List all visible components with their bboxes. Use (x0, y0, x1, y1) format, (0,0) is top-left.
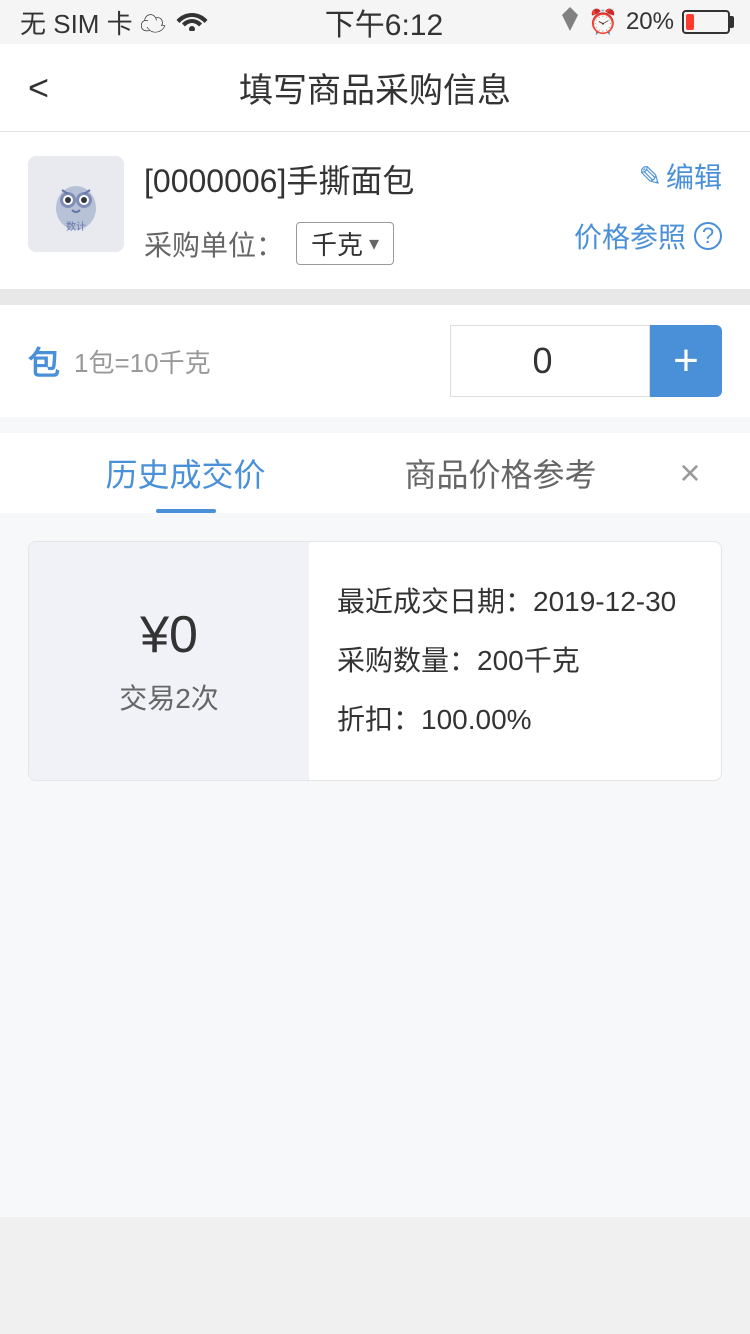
trade-count: 交易2次 (119, 677, 219, 717)
discount-value: 100.00% (421, 704, 532, 735)
status-right: ⏰ 20% (560, 5, 730, 40)
history-price-card: ¥0 交易2次 最近成交日期：2019-12-30 采购数量：200千克 折扣：… (28, 541, 722, 781)
back-button[interactable]: < (28, 67, 49, 109)
no-sim-text: 无 SIM 卡 ☁ (20, 4, 166, 41)
edit-label: 编辑 (666, 156, 722, 196)
tabs-container: 历史成交价 商品价格参考 × ¥0 交易2次 最近成交日期：2019-12-30… (0, 417, 750, 781)
dropdown-arrow-icon: ▾ (369, 231, 379, 256)
tabs-row: 历史成交价 商品价格参考 × (0, 433, 750, 513)
edit-button[interactable]: ✎ 编辑 (639, 156, 722, 196)
product-image: 数计 (28, 156, 124, 252)
battery-icon (682, 10, 730, 34)
quantity-row: 包 1包=10千克 + (0, 305, 750, 417)
status-bar: 无 SIM 卡 ☁ 下午6:12 ⏰ 20% (0, 0, 750, 44)
recent-date-value: 2019-12-30 (533, 586, 676, 617)
wifi-icon (176, 7, 208, 38)
product-left: 数计 [0000006]手撕面包 采购单位： 千克 ▾ (28, 156, 414, 265)
price-value: 0 (169, 606, 198, 664)
svg-text:数计: 数计 (66, 220, 86, 233)
location-icon (560, 5, 580, 40)
unit-label: 采购单位： (144, 224, 284, 264)
product-logo: 数计 (44, 172, 108, 236)
status-left: 无 SIM 卡 ☁ (20, 4, 208, 41)
price-ref-right: ✎ 编辑 价格参照 ? (574, 156, 722, 256)
price-ref-button[interactable]: 价格参照 ? (574, 216, 722, 256)
tabs-close-button[interactable]: × (658, 433, 722, 513)
tab-price-reference-label: 商品价格参考 (404, 450, 596, 496)
package-ratio: 1包=10千克 (74, 343, 211, 380)
purchase-qty-value: 200千克 (477, 645, 580, 676)
recent-date-row: 最近成交日期：2019-12-30 (337, 582, 693, 621)
product-header: 数计 [0000006]手撕面包 采购单位： 千克 ▾ ✎ 编辑 (28, 156, 722, 265)
quantity-input[interactable] (450, 325, 650, 397)
package-icon: 包 (28, 338, 60, 384)
tab-history-price-label: 历史成交价 (105, 450, 265, 496)
purchase-qty-label: 采购数量： (337, 645, 477, 676)
quantity-input-area: + (450, 325, 722, 397)
quantity-label: 包 1包=10千克 (28, 338, 211, 384)
nav-bar: < 填写商品采购信息 (0, 44, 750, 132)
history-price-section: ¥0 交易2次 (29, 542, 309, 780)
unit-badge[interactable]: 千克 ▾ (296, 222, 394, 265)
recent-date-label: 最近成交日期： (337, 586, 533, 617)
battery-percent: 20% (626, 8, 674, 36)
product-card: 数计 [0000006]手撕面包 采购单位： 千克 ▾ ✎ 编辑 (0, 132, 750, 289)
main-content: 历史成交价 商品价格参考 × ¥0 交易2次 最近成交日期：2019-12-30… (0, 417, 750, 1217)
product-name: [0000006]手撕面包 (144, 156, 414, 202)
price-symbol: ¥ (140, 606, 169, 664)
status-time: 下午6:12 (325, 0, 443, 44)
tab-history-price[interactable]: 历史成交价 (28, 433, 343, 513)
quantity-plus-button[interactable]: + (650, 325, 722, 397)
product-unit-row: 采购单位： 千克 ▾ (144, 222, 414, 265)
unit-value: 千克 (311, 225, 363, 262)
discount-row: 折扣：100.00% (337, 700, 693, 739)
page-title: 填写商品采购信息 (239, 63, 511, 112)
product-info: [0000006]手撕面包 采购单位： 千克 ▾ (144, 156, 414, 265)
price-amount: ¥0 (140, 605, 198, 665)
alarm-icon: ⏰ (588, 8, 618, 37)
tab-price-reference[interactable]: 商品价格参考 (343, 433, 658, 513)
discount-label: 折扣： (337, 704, 421, 735)
history-detail-section: 最近成交日期：2019-12-30 采购数量：200千克 折扣：100.00% (309, 542, 721, 780)
price-ref-label: 价格参照 (574, 216, 686, 256)
edit-icon: ✎ (639, 160, 662, 193)
purchase-qty-row: 采购数量：200千克 (337, 641, 693, 680)
section-divider (0, 289, 750, 305)
price-ref-help-icon: ? (694, 222, 722, 250)
